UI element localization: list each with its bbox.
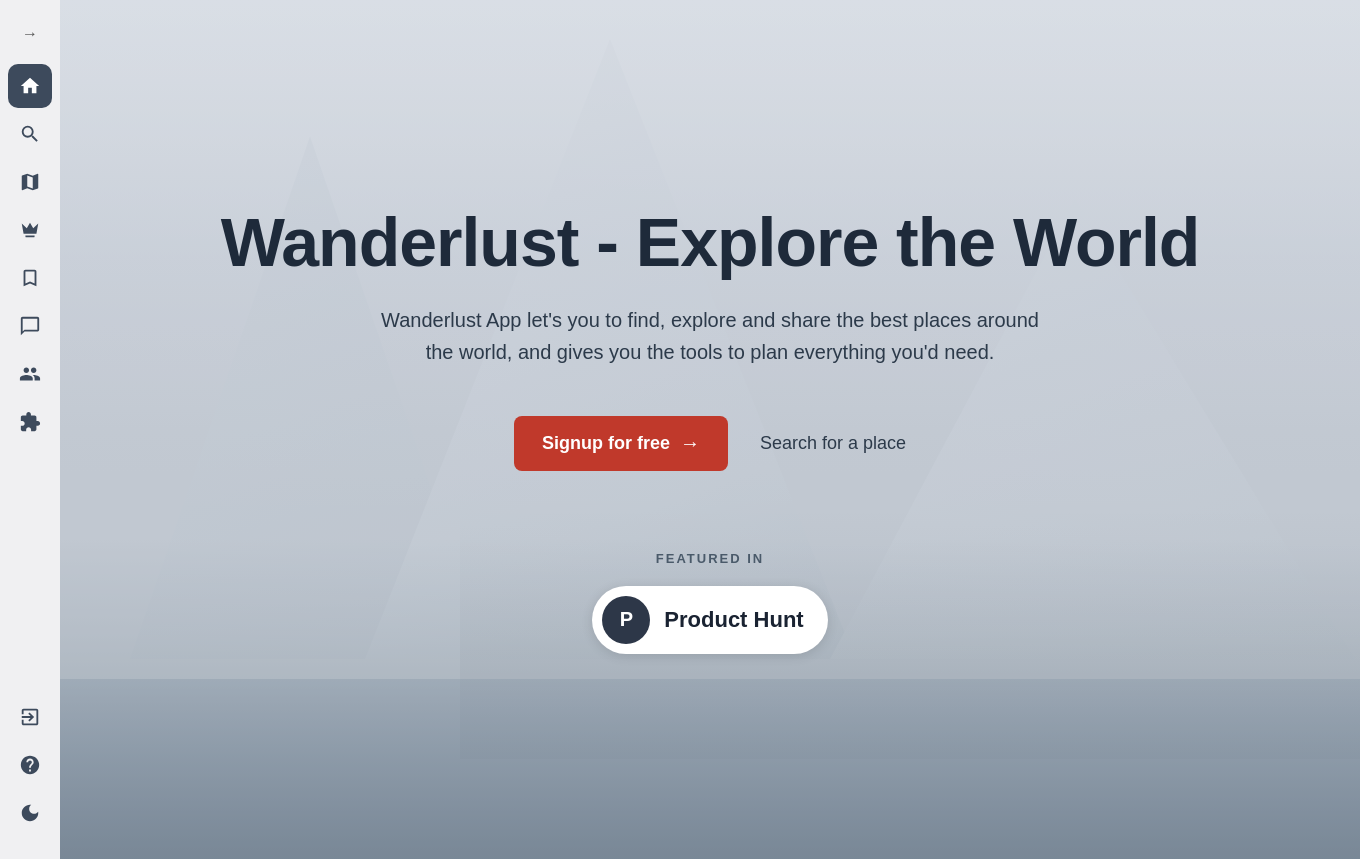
crown-icon [19,219,41,241]
signup-button[interactable]: Signup for free → [514,416,728,471]
sidebar-item-saved[interactable] [8,256,52,300]
moon-icon [19,802,41,824]
featured-section: FEATURED IN P Product Hunt [592,551,827,654]
support-icon [19,754,41,776]
hero-content: Wanderlust - Explore the World Wanderlus… [60,0,1360,859]
main-content: Wanderlust - Explore the World Wanderlus… [60,0,1360,859]
arrow-icon: → [680,432,700,455]
search-icon [19,123,41,145]
search-place-link[interactable]: Search for a place [760,433,906,454]
login-icon [19,706,41,728]
map-icon [19,171,41,193]
sidebar: → [0,0,60,859]
cta-row: Signup for free → Search for a place [514,416,906,471]
home-icon [19,75,41,97]
sidebar-item-dark-mode[interactable] [8,791,52,835]
product-hunt-icon: P [602,596,650,644]
sidebar-item-top[interactable] [8,208,52,252]
chat-icon [19,315,41,337]
sidebar-item-users[interactable] [8,352,52,396]
sidebar-item-extensions[interactable] [8,400,52,444]
ph-icon-letter: P [620,608,633,631]
bookmark-icon [19,267,41,289]
hero-subtitle: Wanderlust App let's you to find, explor… [370,304,1050,368]
users-icon [19,363,41,385]
featured-label: FEATURED IN [656,551,764,566]
sidebar-item-search[interactable] [8,112,52,156]
collapse-sidebar-button[interactable]: → [12,16,48,52]
arrow-right-icon: → [22,25,38,43]
sidebar-item-home[interactable] [8,64,52,108]
hero-title: Wanderlust - Explore the World [221,205,1200,280]
signup-button-label: Signup for free [542,433,670,454]
puzzle-icon [19,411,41,433]
sidebar-item-chat[interactable] [8,304,52,348]
sidebar-item-support[interactable] [8,743,52,787]
sidebar-item-login[interactable] [8,695,52,739]
product-hunt-badge[interactable]: P Product Hunt [592,586,827,654]
sidebar-item-map[interactable] [8,160,52,204]
product-hunt-name: Product Hunt [664,607,803,633]
